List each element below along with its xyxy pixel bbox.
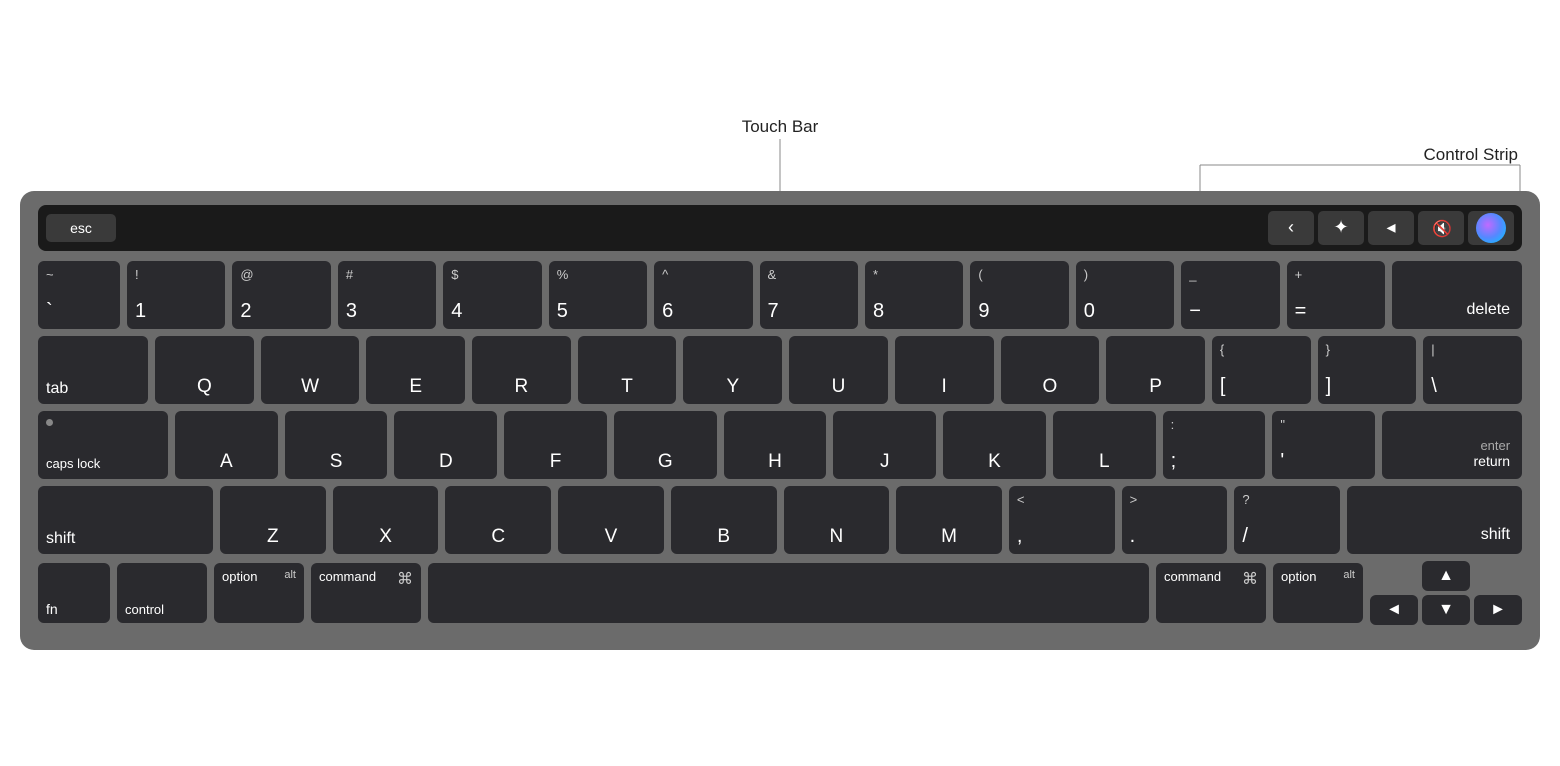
key-s[interactable]: S: [285, 411, 388, 479]
key-c[interactable]: C: [445, 486, 551, 554]
key-9[interactable]: ( 9: [970, 261, 1068, 329]
key-d[interactable]: D: [394, 411, 497, 479]
row-zxcv: shift Z X C V B N M < , > . ? / shift: [38, 486, 1522, 554]
key-capslock[interactable]: caps lock: [38, 411, 168, 479]
key-b[interactable]: B: [671, 486, 777, 554]
key-i[interactable]: I: [895, 336, 994, 404]
key-control[interactable]: control: [117, 563, 207, 623]
key-p[interactable]: P: [1106, 336, 1205, 404]
key-cmd-right[interactable]: ⌘ command: [1156, 563, 1266, 623]
key-minus[interactable]: _ −: [1181, 261, 1279, 329]
touchbar-row: esc ‹ ✦ ◂ 🔇: [38, 205, 1522, 251]
cs-brightness[interactable]: ✦: [1318, 211, 1364, 245]
key-arrow-up[interactable]: ▲: [1422, 561, 1470, 591]
key-alt-right[interactable]: alt option: [1273, 563, 1363, 623]
key-tab[interactable]: tab: [38, 336, 148, 404]
key-8[interactable]: * 8: [865, 261, 963, 329]
cs-chevron[interactable]: ‹: [1268, 211, 1314, 245]
arrow-bottom-row: ◄ ▼ ►: [1370, 595, 1522, 625]
key-semicolon[interactable]: : ;: [1163, 411, 1266, 479]
key-arrow-right[interactable]: ►: [1474, 595, 1522, 625]
capslock-indicator: [46, 419, 53, 426]
touchbar-label: Touch Bar: [742, 117, 819, 137]
key-t[interactable]: T: [578, 336, 677, 404]
row-asdf: caps lock A S D F G H J K L : ; " ' ente…: [38, 411, 1522, 479]
row-numbers: ~ ` ! 1 @ 2 # 3 $ 4 % 5: [38, 261, 1522, 329]
key-n[interactable]: N: [784, 486, 890, 554]
key-period[interactable]: > .: [1122, 486, 1228, 554]
key-backslash[interactable]: | \: [1423, 336, 1522, 404]
key-5[interactable]: % 5: [549, 261, 647, 329]
key-4[interactable]: $ 4: [443, 261, 541, 329]
esc-key[interactable]: esc: [46, 214, 116, 242]
key-q[interactable]: Q: [155, 336, 254, 404]
key-shift-left[interactable]: shift: [38, 486, 213, 554]
key-bracket-open[interactable]: { [: [1212, 336, 1311, 404]
key-backtick[interactable]: ~ `: [38, 261, 120, 329]
controlstrip-label: Control Strip: [1424, 145, 1518, 165]
key-alt-left[interactable]: alt option: [214, 563, 304, 623]
key-0[interactable]: ) 0: [1076, 261, 1174, 329]
row-qwerty: tab Q W E R T Y U I O P { [ } ] | \: [38, 336, 1522, 404]
key-e[interactable]: E: [366, 336, 465, 404]
key-3[interactable]: # 3: [338, 261, 436, 329]
key-fn[interactable]: fn: [38, 563, 110, 623]
key-v[interactable]: V: [558, 486, 664, 554]
key-space[interactable]: [428, 563, 1149, 623]
key-g[interactable]: G: [614, 411, 717, 479]
diagram-wrapper: Touch Bar Control Strip esc ‹ ✦ ◂ 🔇: [20, 117, 1540, 650]
control-strip: ‹ ✦ ◂ 🔇: [1268, 211, 1514, 245]
key-x[interactable]: X: [333, 486, 439, 554]
key-return[interactable]: enter return: [1382, 411, 1522, 479]
key-comma[interactable]: < ,: [1009, 486, 1115, 554]
key-z[interactable]: Z: [220, 486, 326, 554]
key-u[interactable]: U: [789, 336, 888, 404]
key-j[interactable]: J: [833, 411, 936, 479]
key-6[interactable]: ^ 6: [654, 261, 752, 329]
cs-volume[interactable]: ◂: [1368, 211, 1414, 245]
key-f[interactable]: F: [504, 411, 607, 479]
key-y[interactable]: Y: [683, 336, 782, 404]
key-7[interactable]: & 7: [760, 261, 858, 329]
key-cmd-left[interactable]: ⌘ command: [311, 563, 421, 623]
key-arrow-left[interactable]: ◄: [1370, 595, 1418, 625]
key-slash[interactable]: ? /: [1234, 486, 1340, 554]
key-shift-right[interactable]: shift: [1347, 486, 1522, 554]
key-r[interactable]: R: [472, 336, 571, 404]
key-a[interactable]: A: [175, 411, 278, 479]
row-bottom: fn control alt option ⌘ command ⌘ comman…: [38, 561, 1522, 625]
key-w[interactable]: W: [261, 336, 360, 404]
arrow-cluster: ▲ ◄ ▼ ►: [1370, 561, 1522, 625]
arrow-up-row: ▲: [1370, 561, 1522, 591]
key-o[interactable]: O: [1001, 336, 1100, 404]
cs-mute[interactable]: 🔇: [1418, 211, 1464, 245]
cs-siri[interactable]: [1468, 211, 1514, 245]
key-k[interactable]: K: [943, 411, 1046, 479]
key-bracket-close[interactable]: } ]: [1318, 336, 1417, 404]
keyboard: esc ‹ ✦ ◂ 🔇 ~ ` ! 1: [20, 191, 1540, 650]
key-quote[interactable]: " ': [1272, 411, 1375, 479]
key-arrow-down[interactable]: ▼: [1422, 595, 1470, 625]
key-equals[interactable]: + =: [1287, 261, 1385, 329]
key-m[interactable]: M: [896, 486, 1002, 554]
siri-icon: [1476, 213, 1506, 243]
svg-text:🔇: 🔇: [1432, 219, 1452, 238]
key-l[interactable]: L: [1053, 411, 1156, 479]
key-2[interactable]: @ 2: [232, 261, 330, 329]
key-delete[interactable]: delete: [1392, 261, 1522, 329]
key-1[interactable]: ! 1: [127, 261, 225, 329]
key-h[interactable]: H: [724, 411, 827, 479]
